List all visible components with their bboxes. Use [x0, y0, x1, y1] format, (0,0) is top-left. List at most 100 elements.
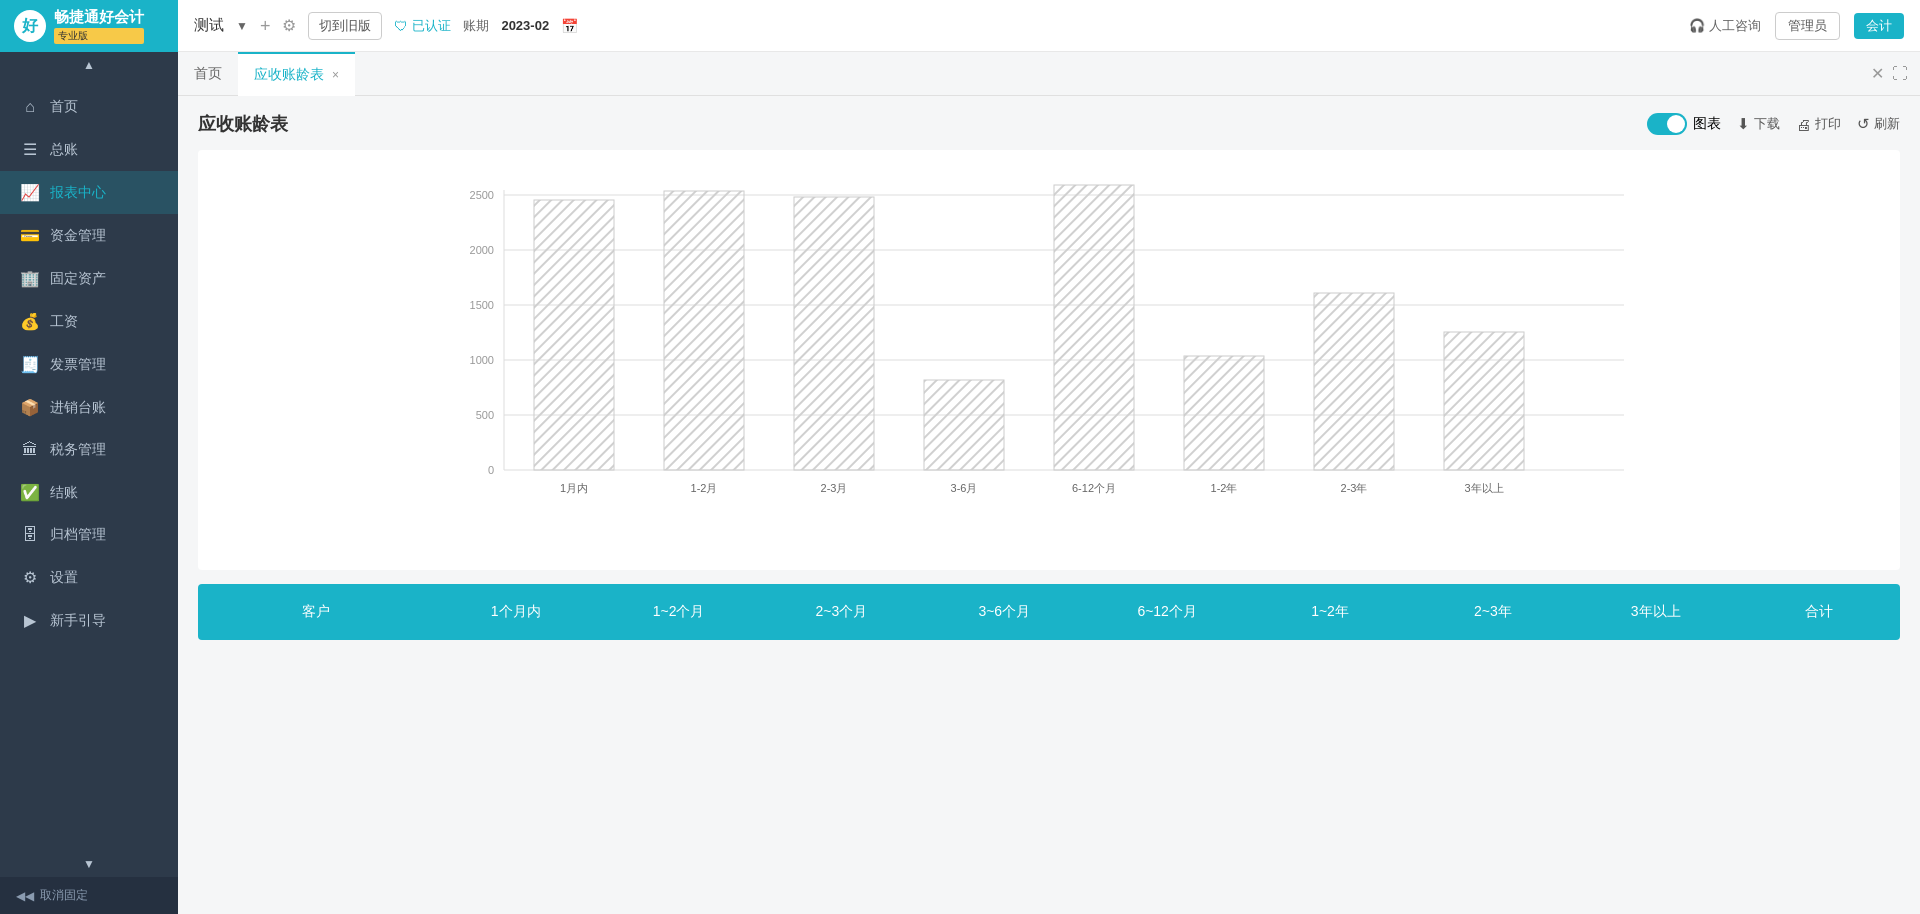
th-total: 合计 [1737, 603, 1900, 621]
svg-text:500: 500 [476, 409, 494, 421]
add-project-icon[interactable]: + [260, 17, 271, 35]
th-6-12months: 6~12个月 [1086, 603, 1249, 621]
refresh-button[interactable]: ↺ 刷新 [1857, 115, 1900, 133]
svg-text:1-2月: 1-2月 [691, 482, 718, 494]
sidebar-item-funds[interactable]: 💳 资金管理 [0, 214, 178, 257]
page-content: 应收账龄表 图表 ⬇ 下载 🖨 打印 [178, 96, 1920, 914]
sidebar-item-label-ledger: 总账 [50, 141, 78, 159]
th-2-3months: 2~3个月 [760, 603, 923, 621]
bar-3年以上 [1444, 332, 1524, 470]
sidebar-item-inventory[interactable]: 📦 进销台账 [0, 386, 178, 429]
svg-text:1-2年: 1-2年 [1211, 482, 1238, 494]
calendar-icon[interactable]: 📅 [561, 18, 578, 34]
th-3-6months: 3~6个月 [923, 603, 1086, 621]
sidebar-item-closing[interactable]: ✅ 结账 [0, 471, 178, 514]
sidebar-item-guide[interactable]: ▶ 新手引导 [0, 599, 178, 642]
sidebar-item-label-assets: 固定资产 [50, 270, 106, 288]
sidebar-item-tax[interactable]: 🏛 税务管理 [0, 429, 178, 471]
bar-1-2年 [1184, 356, 1264, 470]
archive-icon: 🗄 [20, 526, 40, 544]
tab-home-label: 首页 [194, 65, 222, 83]
switch-old-version-button[interactable]: 切到旧版 [308, 12, 382, 40]
sidebar-item-label-inventory: 进销台账 [50, 399, 106, 417]
accounting-button[interactable]: 会计 [1854, 13, 1904, 39]
svg-text:1000: 1000 [470, 354, 494, 366]
tab-ar-aging[interactable]: 应收账龄表 × [238, 52, 355, 96]
unpin-icon: ◀◀ [16, 889, 34, 903]
period-value: 2023-02 [501, 18, 549, 33]
th-1month: 1个月内 [434, 603, 597, 621]
service-label: 人工咨询 [1709, 17, 1761, 35]
invoice-icon: 🧾 [20, 355, 40, 374]
service-link[interactable]: 🎧 人工咨询 [1689, 17, 1761, 35]
chart-container: 0 500 1000 1500 2000 2500 1月内 [198, 150, 1900, 570]
bar-chart: 0 500 1000 1500 2000 2500 1月内 [218, 170, 1870, 530]
sidebar-item-invoice[interactable]: 🧾 发票管理 [0, 343, 178, 386]
svg-text:1月内: 1月内 [560, 482, 588, 494]
page-title: 应收账龄表 [198, 112, 288, 136]
bar-2-3年 [1314, 293, 1394, 470]
sidebar-item-reports[interactable]: 📈 报表中心 [0, 171, 178, 214]
svg-text:6-12个月: 6-12个月 [1072, 482, 1116, 494]
refresh-label: 刷新 [1874, 115, 1900, 133]
th-customer: 客户 [198, 603, 434, 621]
sidebar-item-archive[interactable]: 🗄 归档管理 [0, 514, 178, 556]
sidebar-nav: ⌂ 首页 ☰ 总账 📈 报表中心 💳 资金管理 🏢 固定资产 💰 工资 🧾 发票… [0, 78, 178, 851]
download-button[interactable]: ⬇ 下载 [1737, 115, 1780, 133]
shield-icon: 🛡 [394, 18, 408, 34]
sidebar-item-settings[interactable]: ⚙ 设置 [0, 556, 178, 599]
bar-1月内 [534, 200, 614, 470]
project-name: 测试 [194, 16, 224, 35]
sidebar-item-label-guide: 新手引导 [50, 612, 106, 630]
ledger-icon: ☰ [20, 140, 40, 159]
period-prefix: 账期 [463, 17, 489, 35]
logo-text-block: 畅捷通好会计 专业版 [54, 8, 144, 44]
chart-toggle-label: 图表 [1693, 115, 1721, 133]
settings-icon: ⚙ [20, 568, 40, 587]
tab-ar-aging-label: 应收账龄表 [254, 66, 324, 84]
sidebar-item-label-archive: 归档管理 [50, 526, 106, 544]
th-1-2years: 1~2年 [1249, 603, 1412, 621]
tabbar: 首页 应收账龄表 × ✕ ⛶ [178, 52, 1920, 96]
sidebar: 好 畅捷通好会计 专业版 ▲ ⌂ 首页 ☰ 总账 📈 报表中心 💳 资金管理 🏢… [0, 0, 178, 914]
tab-home[interactable]: 首页 [178, 52, 238, 96]
sidebar-item-home[interactable]: ⌂ 首页 [0, 86, 178, 128]
sidebar-item-label-invoice: 发票管理 [50, 356, 106, 374]
chart-toggle-switch[interactable] [1647, 113, 1687, 135]
sidebar-logo: 好 畅捷通好会计 专业版 [0, 0, 178, 52]
svg-text:2-3年: 2-3年 [1341, 482, 1368, 494]
topbar: 测试 ▼ + ⚙ 切到旧版 🛡 已认证 账期 2023-02 📅 🎧 人工咨询 … [178, 0, 1920, 52]
manager-button[interactable]: 管理员 [1775, 12, 1840, 40]
payroll-icon: 💰 [20, 312, 40, 331]
tab-close-icon[interactable]: × [332, 68, 339, 82]
th-1-2months: 1~2个月 [597, 603, 760, 621]
bar-2-3月 [794, 197, 874, 470]
sidebar-item-ledger[interactable]: ☰ 总账 [0, 128, 178, 171]
sidebar-item-label-funds: 资金管理 [50, 227, 106, 245]
assets-icon: 🏢 [20, 269, 40, 288]
scroll-up-btn[interactable]: ▲ [0, 52, 178, 78]
print-icon: 🖨 [1796, 116, 1811, 133]
project-dropdown-icon[interactable]: ▼ [236, 19, 248, 33]
verified-badge: 🛡 已认证 [394, 17, 451, 35]
sidebar-item-label-payroll: 工资 [50, 313, 78, 331]
bar-3-6月 [924, 380, 1004, 470]
topbar-settings-icon[interactable]: ⚙ [282, 16, 296, 35]
unpin-bar[interactable]: ◀◀ 取消固定 [0, 877, 178, 914]
tab-close-button[interactable]: ✕ [1871, 64, 1884, 83]
tab-expand-button[interactable]: ⛶ [1892, 65, 1908, 83]
sidebar-item-payroll[interactable]: 💰 工资 [0, 300, 178, 343]
refresh-icon: ↺ [1857, 115, 1870, 133]
content-area: 应收账龄表 图表 ⬇ 下载 🖨 打印 [178, 96, 1920, 914]
scroll-down-btn[interactable]: ▼ [0, 851, 178, 877]
headphone-icon: 🎧 [1689, 18, 1705, 33]
svg-text:3年以上: 3年以上 [1464, 482, 1503, 494]
reports-icon: 📈 [20, 183, 40, 202]
download-icon: ⬇ [1737, 115, 1750, 133]
sidebar-item-assets[interactable]: 🏢 固定资产 [0, 257, 178, 300]
table-header: 客户 1个月内 1~2个月 2~3个月 3~6个月 6~12个月 1~2年 2~… [198, 584, 1900, 640]
topbar-right: 🎧 人工咨询 管理员 会计 [1689, 12, 1904, 40]
print-button[interactable]: 🖨 打印 [1796, 115, 1841, 133]
chart-toggle-group: 图表 [1647, 113, 1721, 135]
download-label: 下载 [1754, 115, 1780, 133]
